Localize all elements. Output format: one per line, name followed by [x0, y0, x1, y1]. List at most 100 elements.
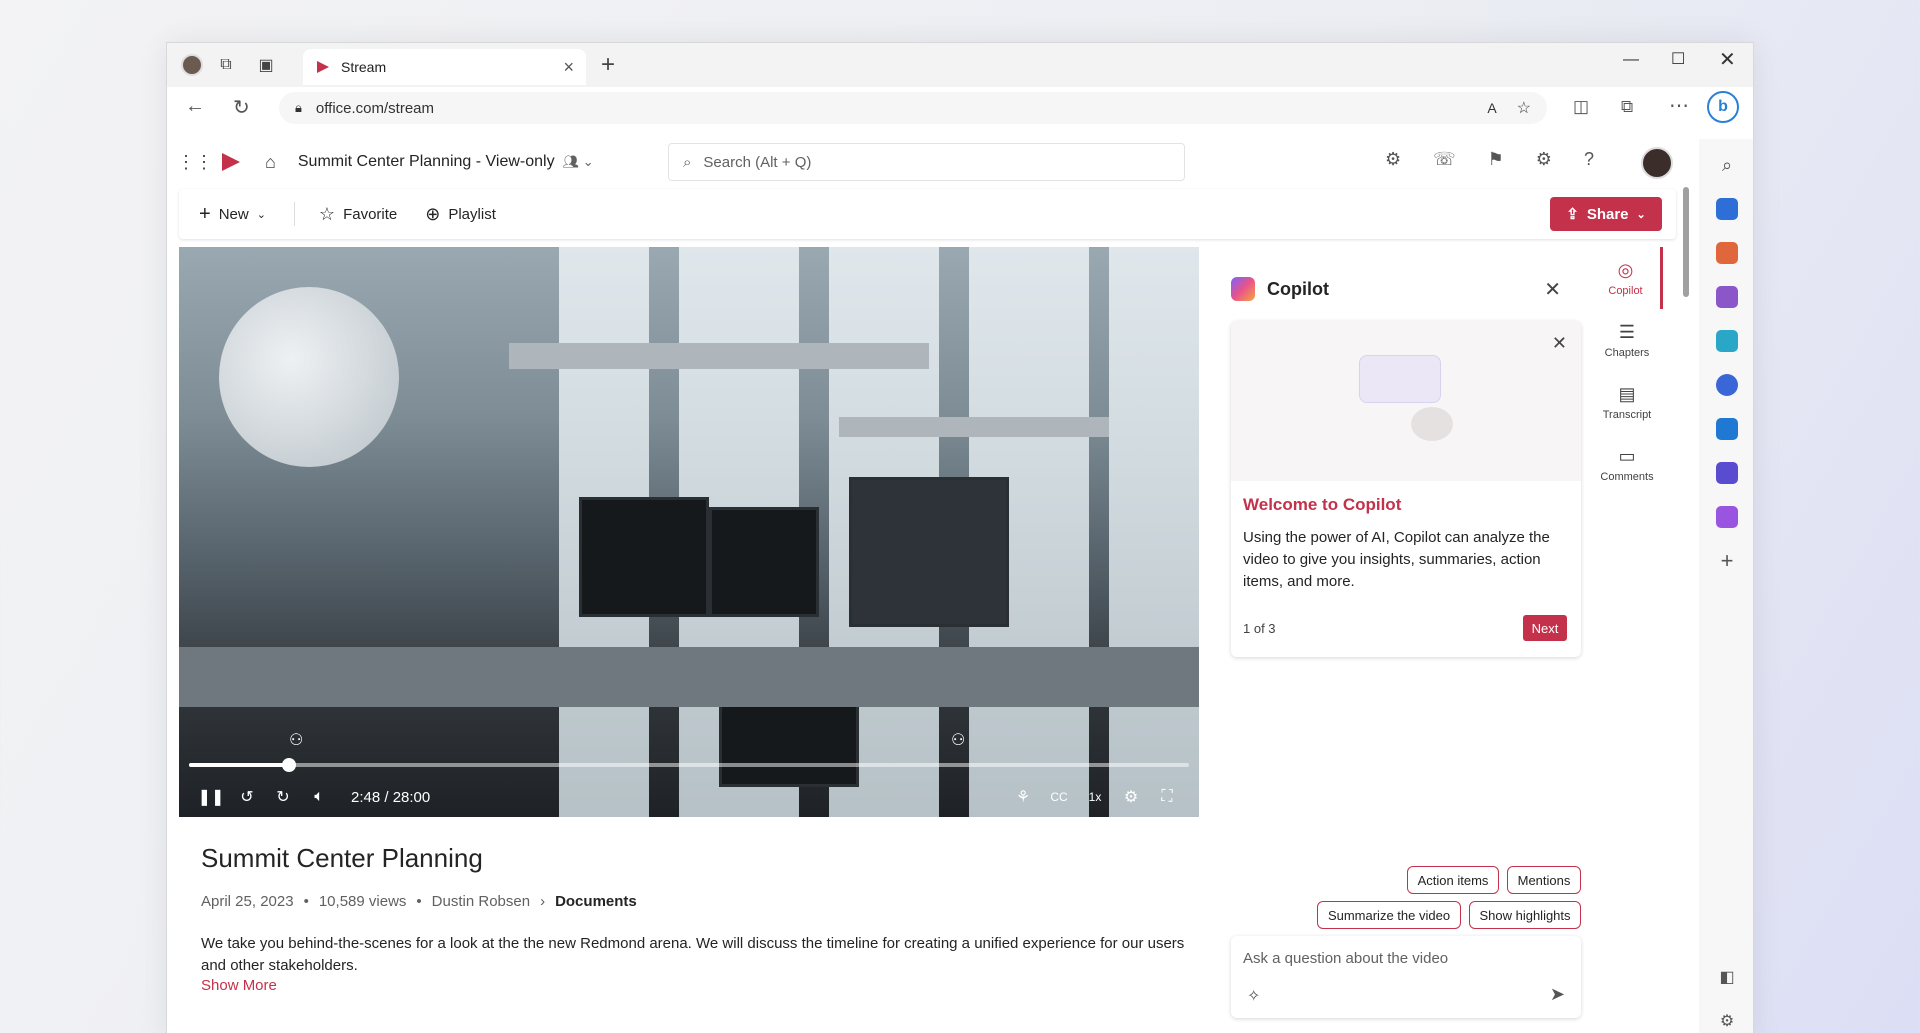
card-body: Using the power of AI, Copilot can analy… — [1243, 529, 1550, 590]
close-card-icon[interactable]: ✕ — [1552, 333, 1567, 354]
mention-marker-icon[interactable]: ⚇ — [289, 730, 303, 750]
lamp-bar — [839, 417, 1109, 437]
flag-icon[interactable]: ⚑ — [1488, 149, 1504, 170]
playlist-label: Playlist — [448, 205, 496, 223]
user-avatar[interactable] — [1641, 147, 1673, 179]
playlist-button[interactable]: ⊕ Playlist — [425, 204, 496, 225]
chevron-down-icon: ⌄ — [1636, 208, 1646, 221]
stream-app-icon[interactable] — [219, 150, 243, 174]
video-views: 10,589 views — [318, 893, 407, 910]
video-meta: April 25, 2023 • 10,589 views • Dustin R… — [201, 893, 637, 910]
collections-icon[interactable]: ⧉ — [1621, 97, 1633, 117]
designer-icon[interactable] — [1707, 451, 1747, 495]
search-input[interactable]: ⌕ Search (Alt + Q) — [668, 143, 1185, 181]
forward-icon[interactable]: ↻ — [265, 787, 301, 807]
drop-icon[interactable] — [1707, 319, 1747, 363]
chip-show-highlights[interactable]: Show highlights — [1469, 901, 1581, 929]
video-date: April 25, 2023 — [201, 893, 294, 910]
search-icon[interactable]: ⌕ — [1707, 143, 1747, 187]
close-tab-icon[interactable]: × — [563, 57, 574, 78]
close-window-icon[interactable]: ✕ — [1719, 47, 1736, 72]
mention-marker-icon[interactable]: ⚇ — [951, 730, 965, 750]
favorite-button[interactable]: ☆ Favorite — [319, 204, 397, 225]
stream-logo-icon — [317, 61, 329, 73]
shopping-icon[interactable] — [1707, 187, 1747, 231]
new-tab-icon[interactable]: + — [601, 51, 615, 79]
lock-icon: 🔒︎ — [295, 100, 302, 115]
rail-item-transcript[interactable]: ▤ Transcript — [1591, 371, 1663, 433]
settings-icon[interactable]: ⚙ — [1113, 787, 1149, 807]
chapters-icon: ☰ — [1618, 321, 1636, 342]
ask-question-input[interactable]: Ask a question about the video ✧ ➤ — [1231, 936, 1581, 1018]
audio-description-icon[interactable]: ⚘ — [1005, 787, 1041, 807]
home-icon[interactable]: ⌂ — [265, 152, 276, 173]
chip-summarize[interactable]: Summarize the video — [1317, 901, 1461, 929]
share-button[interactable]: ⇪ Share ⌄ — [1550, 197, 1662, 231]
office-icon[interactable] — [1707, 363, 1747, 407]
music-icon[interactable] — [1707, 495, 1747, 539]
send-icon[interactable]: ➤ — [1550, 984, 1565, 1005]
show-more-link[interactable]: Show More — [201, 977, 277, 994]
feedback-icon[interactable]: ☏ — [1433, 149, 1456, 170]
read-aloud-icon[interactable]: A — [1487, 100, 1496, 116]
video-player[interactable]: ⚇ ⚇ ❚❚ ↺ ↻ 🔈︎ 2:48 / 28:00 ⚘ CC 1x ⚙ ⛶ — [179, 247, 1199, 817]
rail-label: Transcript — [1602, 408, 1652, 421]
sparkle-icon[interactable]: ✧ — [1247, 986, 1260, 1006]
url-field[interactable]: 🔒︎ office.com/stream A ☆ — [279, 92, 1547, 124]
tab-stream[interactable]: Stream × — [303, 49, 586, 85]
chip-action-items[interactable]: Action items — [1407, 866, 1499, 894]
rail-item-copilot[interactable]: ◎ Copilot — [1591, 247, 1663, 309]
divider — [293, 202, 295, 226]
refresh-icon[interactable]: ↻ — [233, 95, 250, 120]
progress-bar[interactable] — [189, 758, 1189, 772]
hide-sidebar-icon[interactable]: ◧ — [1707, 955, 1747, 999]
rewind-icon[interactable]: ↺ — [229, 787, 265, 807]
sidebar-settings-icon[interactable]: ⚙ — [1707, 999, 1747, 1033]
rail-item-chapters[interactable]: ☰ Chapters — [1591, 309, 1663, 371]
copilot-illustration: ✕ — [1231, 321, 1581, 481]
captions-icon[interactable]: CC — [1041, 790, 1077, 804]
split-screen-icon[interactable]: ◫ — [1573, 97, 1589, 117]
fullscreen-icon[interactable]: ⛶ — [1149, 788, 1185, 806]
pause-icon[interactable]: ❚❚ — [193, 787, 229, 807]
share-icon: ⇪ — [1566, 206, 1579, 223]
more-icon[interactable]: ⋯ — [1669, 93, 1689, 118]
video-title: Summit Center Planning — [201, 843, 483, 873]
minimize-icon[interactable]: — — [1623, 51, 1639, 69]
volume-icon[interactable]: 🔈︎ — [301, 788, 337, 806]
scrollbar[interactable] — [1683, 187, 1689, 297]
chip-mentions[interactable]: Mentions — [1507, 866, 1581, 894]
help-icon[interactable]: ? — [1584, 149, 1594, 170]
settings-icon[interactable]: ⚙ — [1536, 149, 1552, 170]
share-access-icon[interactable]: 👥︎ ⌄ — [563, 154, 594, 170]
rail-item-comments[interactable]: ▭ Comments — [1591, 433, 1663, 495]
share-label: Share — [1586, 205, 1629, 223]
desk-surface — [179, 647, 1199, 707]
card-page-indicator: 1 of 3 — [1243, 621, 1276, 636]
video-author[interactable]: Dustin Robsen — [432, 893, 530, 910]
app-launcher-icon[interactable]: ⋮⋮ — [177, 152, 213, 173]
browser-window: ⧉ ▣ Stream × + — ☐ ✕ ← ↻ 🔒︎ office.com/s… — [166, 42, 1754, 1033]
tools-icon[interactable] — [1707, 231, 1747, 275]
games-icon[interactable] — [1707, 275, 1747, 319]
vertical-tabs-icon[interactable]: ▣ — [253, 52, 279, 78]
video-location[interactable]: Documents — [555, 893, 637, 910]
outlook-icon[interactable] — [1707, 407, 1747, 451]
favorite-star-icon[interactable]: ☆ — [1517, 98, 1531, 118]
chevron-right-icon: › — [540, 893, 546, 910]
url-text: office.com/stream — [315, 99, 435, 117]
copilot-icon — [1231, 277, 1255, 301]
next-button[interactable]: Next — [1523, 615, 1567, 641]
close-copilot-icon[interactable]: ✕ — [1544, 277, 1561, 302]
new-button[interactable]: + New ⌄ — [199, 203, 266, 226]
bing-copilot-icon[interactable]: b — [1707, 91, 1739, 123]
playback-speed[interactable]: 1x — [1077, 790, 1113, 804]
add-icon[interactable]: + — [1707, 539, 1747, 583]
progress-handle[interactable] — [282, 758, 296, 772]
maximize-icon[interactable]: ☐ — [1671, 49, 1685, 69]
workspaces-icon[interactable]: ⧉ — [213, 52, 239, 78]
bug-icon[interactable]: ⚙︎ — [1385, 149, 1401, 170]
back-icon[interactable]: ← — [185, 95, 205, 118]
profile-avatar[interactable] — [179, 52, 205, 78]
transcript-icon: ▤ — [1618, 383, 1636, 404]
